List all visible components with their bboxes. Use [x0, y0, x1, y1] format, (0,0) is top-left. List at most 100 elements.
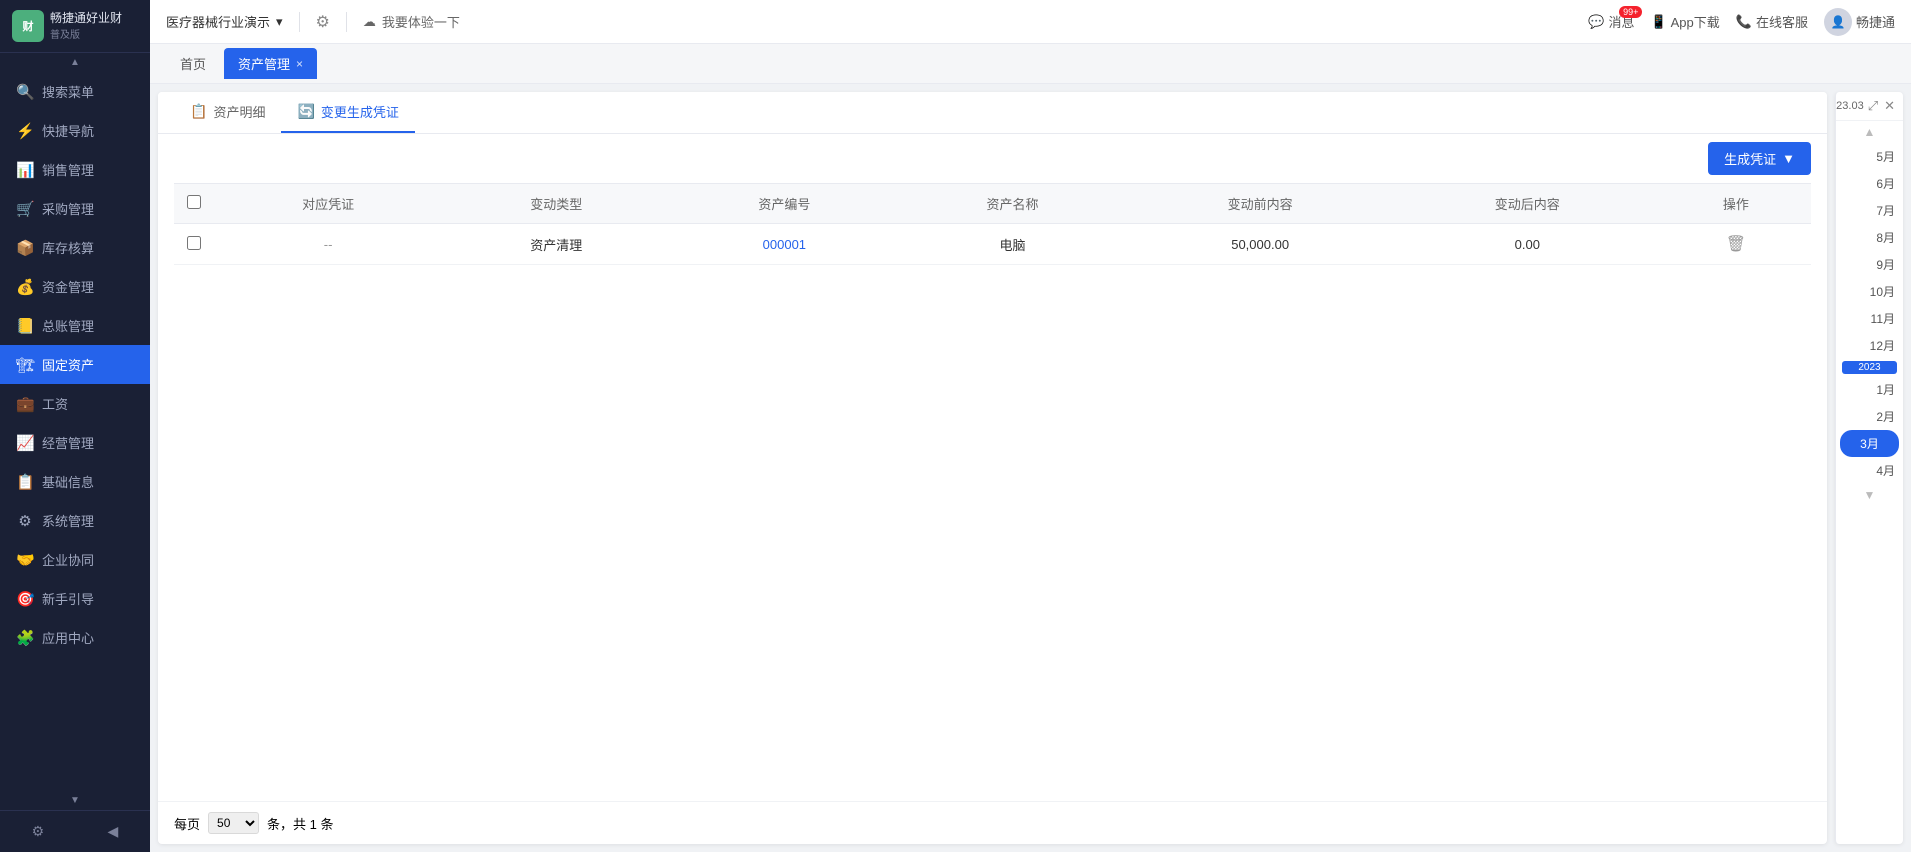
- tab-asset-management[interactable]: 资产管理 ×: [224, 48, 317, 79]
- sub-tab-asset-detail[interactable]: 📋 资产明细: [174, 92, 281, 133]
- col-after-change: 变动后内容: [1394, 184, 1661, 224]
- sub-tab-change-voucher[interactable]: 🔄 变更生成凭证: [281, 92, 414, 133]
- cell-checkbox[interactable]: [174, 224, 214, 265]
- date-month-10[interactable]: 10月: [1836, 278, 1903, 305]
- cell-asset-name: 电脑: [898, 224, 1126, 265]
- cell-change-type: 资产清理: [442, 224, 670, 265]
- quicknav-icon: ⚡: [16, 122, 34, 140]
- company-selector[interactable]: 医疗器械行业演示 ▾: [166, 12, 283, 31]
- sidebar-item-apps[interactable]: 🧩 应用中心: [0, 618, 150, 657]
- date-panel-expand-button[interactable]: ⤢: [1866, 96, 1880, 116]
- company-name: 医疗器械行业演示: [166, 12, 270, 31]
- apps-icon: 🧩: [16, 629, 34, 647]
- asset-detail-icon: 📋: [190, 103, 207, 120]
- user-name: 畅捷通: [1856, 12, 1895, 31]
- col-asset-code: 资产编号: [670, 184, 898, 224]
- online-service-button[interactable]: 📞 在线客服: [1736, 12, 1808, 31]
- main-area: 医疗器械行业演示 ▾ ⚙ ☁ 我要体验一下 💬 消息 99+ 📱 App下载 📞…: [150, 0, 1911, 852]
- date-scroll-up[interactable]: ▲: [1836, 121, 1903, 143]
- sidebar-item-label: 总账管理: [42, 316, 94, 335]
- generate-voucher-label: 生成凭证: [1724, 149, 1776, 168]
- sidebar-settings-button[interactable]: ⚙: [24, 819, 53, 844]
- sidebar-item-ops[interactable]: 📈 经营管理: [0, 423, 150, 462]
- table-toolbar: 生成凭证 ▼: [158, 134, 1827, 183]
- date-month-6[interactable]: 6月: [1836, 170, 1903, 197]
- topbar-gear-button[interactable]: ⚙: [316, 12, 330, 32]
- basics-icon: 📋: [16, 473, 34, 491]
- messages-badge: 99+: [1619, 6, 1642, 18]
- newbie-icon: 🎯: [16, 590, 34, 608]
- cell-action[interactable]: 🗑: [1661, 224, 1811, 265]
- sidebar-item-fixed-assets[interactable]: 🏗 固定资产: [0, 345, 150, 384]
- download-icon: 📱: [1650, 14, 1666, 30]
- sidebar-item-ledger[interactable]: 📒 总账管理: [0, 306, 150, 345]
- fixed-assets-icon: 🏗: [16, 356, 34, 374]
- col-checkbox: [174, 184, 214, 224]
- sidebar-item-newbie[interactable]: 🎯 新手引导: [0, 579, 150, 618]
- purchase-icon: 🛒: [16, 200, 34, 218]
- sidebar-item-collab[interactable]: 🤝 企业协同: [0, 540, 150, 579]
- generate-dropdown-icon: ▼: [1782, 151, 1795, 166]
- tab-close-button[interactable]: ×: [296, 57, 303, 71]
- sidebar-item-inventory[interactable]: 📦 库存核算: [0, 228, 150, 267]
- experience-cloud-icon: ☁: [363, 14, 376, 30]
- app-download-label: App下载: [1671, 12, 1720, 31]
- sidebar-scroll-down[interactable]: ▼: [68, 793, 82, 808]
- select-all-checkbox[interactable]: [187, 195, 201, 209]
- col-action: 操作: [1661, 184, 1811, 224]
- sales-icon: 📊: [16, 161, 34, 179]
- topbar-experience-button[interactable]: ☁ 我要体验一下: [363, 12, 460, 31]
- per-page-select[interactable]: 50 10 20 100: [208, 812, 259, 834]
- date-month-5[interactable]: 5月: [1836, 143, 1903, 170]
- user-menu-button[interactable]: 👤 畅捷通: [1824, 8, 1895, 36]
- sidebar-item-search[interactable]: 🔍 搜索菜单: [0, 72, 150, 111]
- generate-voucher-button[interactable]: 生成凭证 ▼: [1708, 142, 1811, 175]
- system-icon: ⚙: [16, 512, 34, 530]
- date-month-8[interactable]: 8月: [1836, 224, 1903, 251]
- date-panel-close-button[interactable]: ✕: [1882, 96, 1897, 116]
- date-month-3[interactable]: 3月: [1840, 430, 1899, 457]
- sidebar-item-sales[interactable]: 📊 销售管理: [0, 150, 150, 189]
- sidebar-collapse-button[interactable]: ◀: [100, 819, 127, 844]
- date-scroll-down[interactable]: ▼: [1836, 484, 1903, 506]
- date-month-7[interactable]: 7月: [1836, 197, 1903, 224]
- date-month-4[interactable]: 4月: [1836, 457, 1903, 484]
- sub-tabs: 📋 资产明细 🔄 变更生成凭证: [158, 92, 1827, 134]
- table-row: -- 资产清理 000001 电脑 50,000.00 0.00 🗑: [174, 224, 1811, 265]
- content-area: 📋 资产明细 🔄 变更生成凭证 生成凭证 ▼: [150, 84, 1911, 852]
- sub-tab-label: 变更生成凭证: [321, 102, 399, 121]
- date-panel-header: 2023.03 ⤢ ✕: [1836, 92, 1903, 121]
- date-month-list: ▲ 5月 6月 7月 8月 9月 10月 11月 12月 2023 1月 2月 …: [1836, 121, 1903, 844]
- date-month-1[interactable]: 1月: [1836, 376, 1903, 403]
- sidebar-item-label: 基础信息: [42, 472, 94, 491]
- sidebar-item-label: 工资: [42, 394, 68, 413]
- sidebar-scroll-up[interactable]: ▲: [68, 55, 82, 70]
- sidebar-item-label: 固定资产: [42, 355, 94, 374]
- sidebar-item-funds[interactable]: 💰 资金管理: [0, 267, 150, 306]
- date-month-2[interactable]: 2月: [1836, 403, 1903, 430]
- search-icon: 🔍: [16, 83, 34, 101]
- date-month-9[interactable]: 9月: [1836, 251, 1903, 278]
- col-before-change: 变动前内容: [1127, 184, 1394, 224]
- sidebar-item-system[interactable]: ⚙ 系统管理: [0, 501, 150, 540]
- change-voucher-icon: 🔄: [297, 103, 314, 120]
- tabbar: 首页 资产管理 ×: [150, 44, 1911, 84]
- date-month-12[interactable]: 12月: [1836, 332, 1903, 359]
- table-container: 对应凭证 变动类型 资产编号 资产名称 变动前内容 变动后内容 操作: [158, 183, 1827, 801]
- date-month-11[interactable]: 11月: [1836, 305, 1903, 332]
- sidebar-item-label: 快捷导航: [42, 121, 94, 140]
- app-download-button[interactable]: 📱 App下载: [1650, 12, 1719, 31]
- sidebar-item-payroll[interactable]: 💼 工资: [0, 384, 150, 423]
- messages-button[interactable]: 💬 消息 99+: [1588, 12, 1634, 31]
- sidebar-item-quicknav[interactable]: ⚡ 快捷导航: [0, 111, 150, 150]
- collab-icon: 🤝: [16, 551, 34, 569]
- sidebar-item-basics[interactable]: 📋 基础信息: [0, 462, 150, 501]
- sidebar-item-purchase[interactable]: 🛒 采购管理: [0, 189, 150, 228]
- avatar: 👤: [1824, 8, 1852, 36]
- tab-home[interactable]: 首页: [166, 48, 220, 79]
- pagination-total: 条，共 1 条: [267, 814, 333, 833]
- online-service-label: 在线客服: [1756, 12, 1808, 31]
- date-panel-header-label: 2023.03: [1835, 100, 1864, 112]
- delete-row-button[interactable]: 🗑: [1726, 236, 1746, 253]
- col-asset-name: 资产名称: [898, 184, 1126, 224]
